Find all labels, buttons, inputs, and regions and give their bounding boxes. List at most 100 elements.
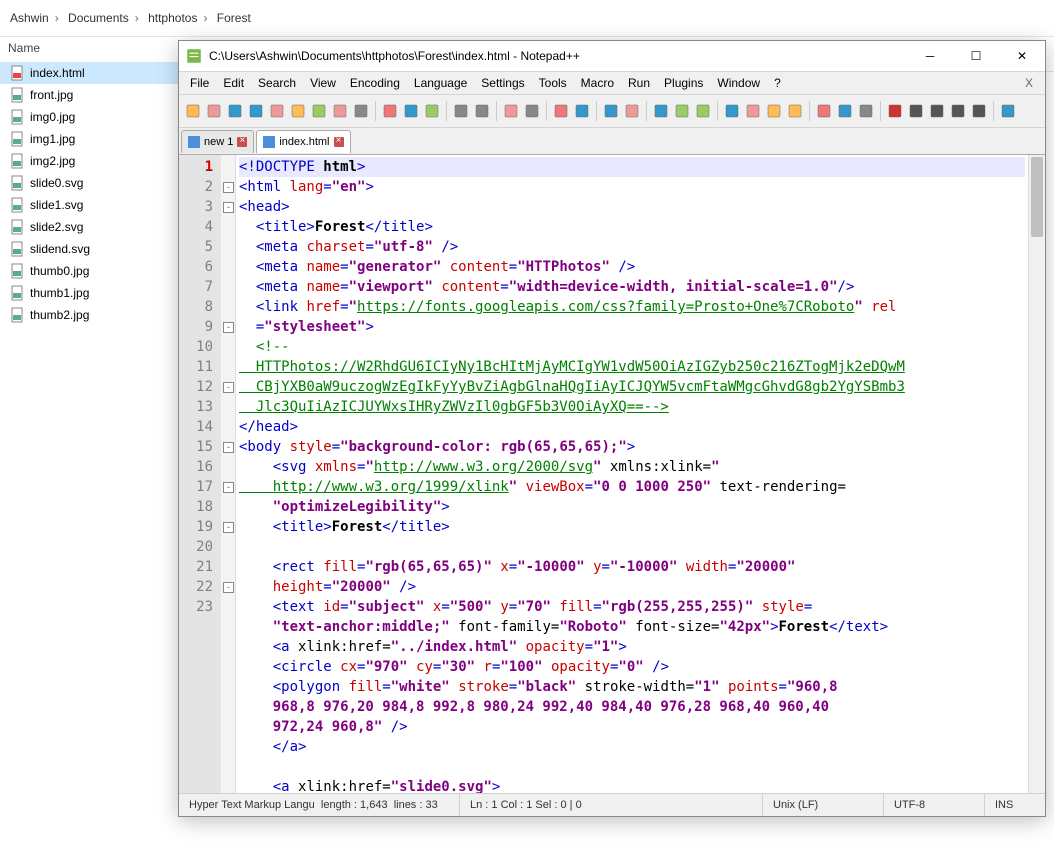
close-button[interactable]: ✕ [999,41,1045,71]
code-line[interactable]: </head> [239,417,1025,437]
file-row[interactable]: thumb2.jpg [0,304,178,326]
file-row[interactable]: slide1.svg [0,194,178,216]
code-line[interactable]: <polygon fill="white" stroke="black" str… [239,677,1025,697]
code-line[interactable]: <meta name="generator" content="HTTPhoto… [239,257,1025,277]
code-line[interactable]: <!DOCTYPE html> [239,157,1025,177]
menu-help[interactable]: ? [767,72,788,94]
code-line[interactable]: </a> [239,737,1025,757]
file-row[interactable]: front.jpg [0,84,178,106]
toolbar-button[interactable] [183,101,203,121]
menu-language[interactable]: Language [407,72,474,94]
toolbar-button[interactable] [927,101,947,121]
menu-macro[interactable]: Macro [574,72,621,94]
toolbar-button[interactable] [451,101,471,121]
toolbar-button[interactable] [693,101,713,121]
code-line[interactable]: <title>Forest</title> [239,217,1025,237]
code-line[interactable]: <head> [239,197,1025,217]
toolbar-button[interactable] [856,101,876,121]
file-row[interactable]: img2.jpg [0,150,178,172]
code-line[interactable]: Jlc3QuIiAzICJUYWxsIHRyZWVzIl0gbGF5b3V0Oi… [239,397,1025,417]
fold-margin[interactable]: -------- [221,155,236,795]
toolbar-button[interactable] [204,101,224,121]
tab-close-icon[interactable] [237,137,247,147]
toolbar-button[interactable] [651,101,671,121]
tab-close-icon[interactable] [334,137,344,147]
code-line[interactable]: <html lang="en"> [239,177,1025,197]
menu-run[interactable]: Run [621,72,657,94]
toolbar-button[interactable] [785,101,805,121]
toolbar-button[interactable] [764,101,784,121]
menu-close-x[interactable]: X [1017,72,1041,94]
fold-toggle[interactable]: - [223,582,234,593]
toolbar-button[interactable] [288,101,308,121]
toolbar-button[interactable] [572,101,592,121]
editor-tab[interactable]: index.html [256,130,350,153]
toolbar-button[interactable] [885,101,905,121]
file-row[interactable]: index.html [0,62,178,84]
toolbar-button[interactable] [969,101,989,121]
code-line[interactable]: <!-- [239,337,1025,357]
code-line[interactable]: <rect fill="rgb(65,65,65)" x="-10000" y=… [239,557,1025,577]
editor-tab[interactable]: new 1 [181,130,254,153]
code-line[interactable]: CBjYXB0aW9uczogWzEgIkFyYyBvZiAgbGlnaHQgI… [239,377,1025,397]
toolbar-button[interactable] [672,101,692,121]
code-line[interactable]: 968,8 976,20 984,8 992,8 980,24 992,40 9… [239,697,1025,717]
fold-toggle[interactable]: - [223,382,234,393]
fold-toggle[interactable]: - [223,322,234,333]
file-row[interactable]: slide0.svg [0,172,178,194]
breadcrumb-seg[interactable]: Ashwin [6,11,53,25]
toolbar-button[interactable] [835,101,855,121]
menu-settings[interactable]: Settings [474,72,531,94]
code-line[interactable]: <link href="https://fonts.googleapis.com… [239,297,1025,317]
file-row[interactable]: img1.jpg [0,128,178,150]
breadcrumb-seg[interactable]: Documents [64,11,133,25]
code-line[interactable]: <circle cx="970" cy="30" r="100" opacity… [239,657,1025,677]
code-line[interactable]: height="20000" /> [239,577,1025,597]
file-row[interactable]: img0.jpg [0,106,178,128]
code-line[interactable]: <title>Forest</title> [239,517,1025,537]
code-line[interactable]: http://www.w3.org/1999/xlink" viewBox="0… [239,477,1025,497]
vertical-scrollbar[interactable] [1028,155,1045,795]
toolbar-button[interactable] [422,101,442,121]
toolbar-button[interactable] [330,101,350,121]
fold-toggle[interactable]: - [223,482,234,493]
toolbar-button[interactable] [551,101,571,121]
code-line[interactable]: HTTPhotos://W2RhdGU6ICIyNy1BcHItMjAyMCIg… [239,357,1025,377]
breadcrumb-seg[interactable]: httphotos [144,11,201,25]
code-line[interactable]: <text id="subject" x="500" y="70" fill="… [239,597,1025,617]
code-line[interactable]: 972,24 960,8" /> [239,717,1025,737]
scrollbar-thumb[interactable] [1031,157,1043,237]
code-area[interactable]: <!DOCTYPE html><html lang="en"><head> <t… [235,155,1029,795]
fold-toggle[interactable]: - [223,442,234,453]
toolbar-button[interactable] [906,101,926,121]
toolbar-button[interactable] [743,101,763,121]
toolbar-button[interactable] [814,101,834,121]
menu-search[interactable]: Search [251,72,303,94]
file-row[interactable]: slidend.svg [0,238,178,260]
editor-area[interactable]: 1234567891011121314151617181920212223 --… [179,155,1045,795]
file-row[interactable]: thumb0.jpg [0,260,178,282]
menu-edit[interactable]: Edit [216,72,251,94]
file-row[interactable]: thumb1.jpg [0,282,178,304]
explorer-breadcrumb[interactable]: Ashwin› Documents› httphotos› Forest [0,0,1054,37]
toolbar-button[interactable] [225,101,245,121]
fold-toggle[interactable]: - [223,182,234,193]
toolbar-button[interactable] [309,101,329,121]
breadcrumb-seg[interactable]: Forest [213,11,255,25]
toolbar-button[interactable] [351,101,371,121]
toolbar-button[interactable] [948,101,968,121]
toolbar-button[interactable] [267,101,287,121]
menu-tools[interactable]: Tools [532,72,574,94]
column-name-header[interactable]: Name [8,41,40,55]
fold-toggle[interactable]: - [223,522,234,533]
code-line[interactable] [239,537,1025,557]
code-line[interactable]: ="stylesheet"> [239,317,1025,337]
code-line[interactable]: "text-anchor:middle;" font-family="Robot… [239,617,1025,637]
code-line[interactable]: <svg xmlns="http://www.w3.org/2000/svg" … [239,457,1025,477]
toolbar-button[interactable] [722,101,742,121]
code-line[interactable]: <body style="background-color: rgb(65,65… [239,437,1025,457]
toolbar-button[interactable] [522,101,542,121]
code-line[interactable]: "optimizeLegibility"> [239,497,1025,517]
toolbar-button[interactable] [472,101,492,121]
code-line[interactable] [239,757,1025,777]
